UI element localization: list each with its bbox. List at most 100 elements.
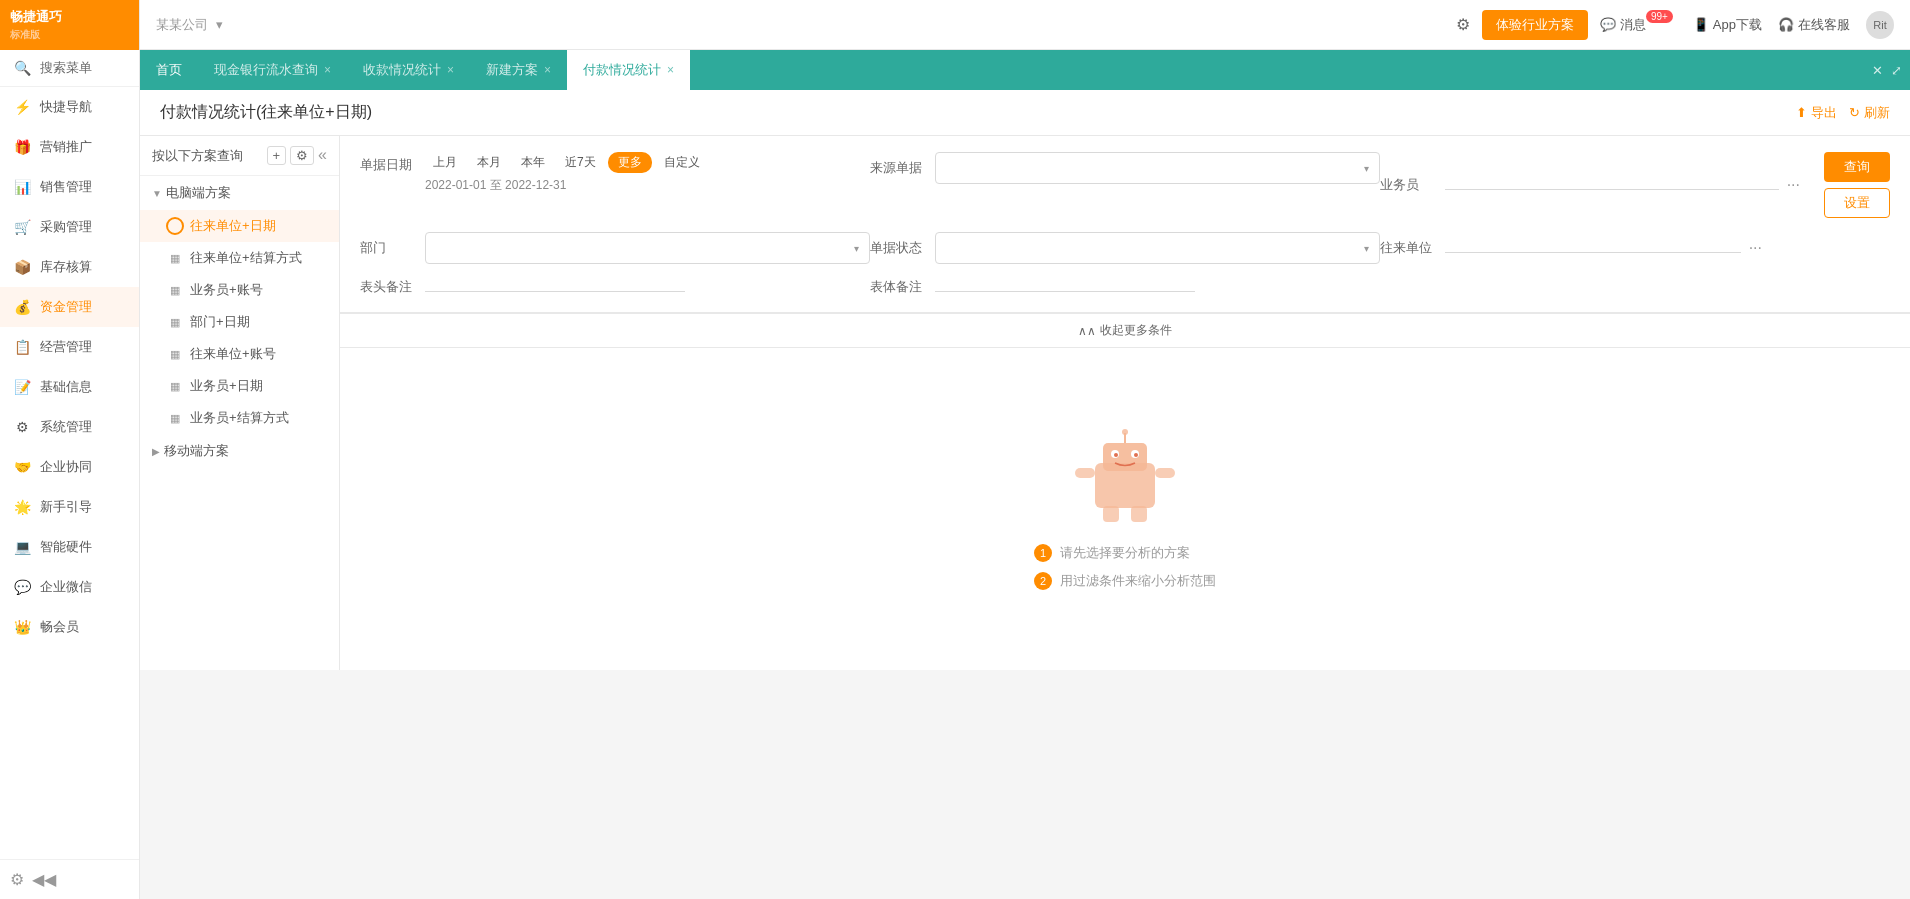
sidebar-item-hardware[interactable]: 💻智能硬件: [0, 527, 139, 567]
sidebar-label-wechat: 企业微信: [40, 578, 92, 596]
empty-state: 1 请先选择要分析的方案 2 用过滤条件来缩小分析范围: [340, 348, 1910, 670]
page-header-actions: ⬆ 导出 ↻ 刷新: [1796, 104, 1890, 122]
trial-button[interactable]: 体验行业方案: [1482, 10, 1588, 40]
panel-collapse-btn[interactable]: «: [318, 146, 327, 165]
sidebar-label-basic_info: 基础信息: [40, 378, 92, 396]
tab-payment[interactable]: 付款情况统计 ×: [567, 50, 690, 90]
svg-point-11: [1122, 429, 1128, 435]
tab-bank[interactable]: 现金银行流水查询 ×: [198, 50, 347, 90]
dept-arrow: ▾: [854, 243, 859, 254]
sidebar-label-inventory: 库存核算: [40, 258, 92, 276]
salesman_settlement-icon: ▦: [166, 409, 184, 427]
export-button[interactable]: ⬆ 导出: [1796, 104, 1837, 122]
panel-header-label: 按以下方案查询: [152, 147, 267, 165]
collapse-button[interactable]: ∧∧ 收起更多条件: [340, 313, 1910, 348]
tab-new[interactable]: 新建方案 ×: [470, 50, 567, 90]
sales-icon: 📊: [12, 177, 32, 197]
tab-close-all-icon[interactable]: ✕: [1872, 63, 1883, 78]
tab-payment-close[interactable]: ×: [667, 63, 674, 77]
sidebar-item-purchase[interactable]: 🛒采购管理: [0, 207, 139, 247]
panel-item-partner_settlement[interactable]: ▦往来单位+结算方式: [140, 242, 339, 274]
sidebar-item-sales[interactable]: 📊 销售管理: [0, 167, 139, 207]
user-avatar[interactable]: Rit: [1866, 11, 1894, 39]
refresh-button[interactable]: ↻ 刷新: [1849, 104, 1890, 122]
messages-action[interactable]: 💬 消息 99+: [1600, 16, 1677, 34]
svg-rect-7: [1155, 468, 1175, 478]
sidebar-item-guide[interactable]: 🌟新手引导: [0, 487, 139, 527]
panel-item-dept_date[interactable]: ▦部门+日期: [140, 306, 339, 338]
purchase-icon: 🛒: [12, 217, 32, 237]
partner-input[interactable]: [1445, 244, 1741, 253]
wechat-icon: 💬: [12, 577, 32, 597]
collapse-sidebar-icon[interactable]: ◀◀: [32, 870, 56, 889]
query-button[interactable]: 查询: [1824, 152, 1890, 182]
panel-items-list: ▦往来单位+结算方式▦业务员+账号▦部门+日期▦往来单位+账号▦业务员+日期 ▦ 业…: [140, 242, 339, 434]
sidebar-label-enterprise: 企业协同: [40, 458, 92, 476]
salesman-dots[interactable]: ···: [1779, 176, 1808, 194]
sidebar-item-capital[interactable]: 💰资金管理: [0, 287, 139, 327]
desktop-section-header[interactable]: ▼ 电脑端方案: [140, 176, 339, 210]
salesman-input[interactable]: [1445, 181, 1779, 190]
date-btn-more[interactable]: 更多: [608, 152, 652, 173]
sidebar-item-enterprise[interactable]: 🤝企业协同: [0, 447, 139, 487]
tip2-number: 2: [1034, 572, 1052, 590]
sidebar-item-quick_nav[interactable]: ⚡快捷导航: [0, 87, 139, 127]
sidebar-label-member: 畅会员: [40, 618, 79, 636]
sidebar-item-system[interactable]: ⚙系统管理: [0, 407, 139, 447]
date-btn-7days[interactable]: 近7天: [557, 152, 604, 173]
settings-footer-icon[interactable]: ⚙: [10, 870, 24, 889]
body-note-filter: 表体备注: [870, 278, 1380, 296]
partner-dots[interactable]: ···: [1741, 239, 1770, 257]
panel-item-salesman_settlement[interactable]: ▦ 业务员+结算方式: [140, 402, 339, 434]
source-select-arrow: ▾: [1364, 163, 1369, 174]
tab-home[interactable]: 首页: [140, 50, 198, 90]
date-btn-custom[interactable]: 自定义: [656, 152, 708, 173]
online-service-action[interactable]: 🎧 在线客服: [1778, 16, 1850, 34]
sidebar-item-inventory[interactable]: 📦库存核算: [0, 247, 139, 287]
status-select[interactable]: ▾: [935, 232, 1380, 264]
body-note-input[interactable]: [935, 283, 1195, 292]
panel-item-partner-date[interactable]: 往来单位+日期: [140, 210, 339, 242]
panel-add-btn[interactable]: +: [267, 146, 287, 165]
source-select[interactable]: ▾: [935, 152, 1380, 184]
sidebar-item-operations[interactable]: 📋经营管理: [0, 327, 139, 367]
panel-gear-btn[interactable]: ⚙: [290, 146, 314, 165]
sidebar-item-search[interactable]: 🔍 搜索菜单: [0, 50, 139, 87]
sidebar-label-operations: 经营管理: [40, 338, 92, 356]
tab-new-close[interactable]: ×: [544, 63, 551, 77]
left-panel: 按以下方案查询 + ⚙ « ▼ 电脑端方案: [140, 136, 340, 670]
panel-item-salesman_date[interactable]: ▦业务员+日期: [140, 370, 339, 402]
tab-expand-icon[interactable]: ⤢: [1891, 63, 1902, 78]
header-note-input[interactable]: [425, 283, 685, 292]
date-range-display: 2022-01-01 至 2022-12-31: [425, 177, 708, 194]
sidebar-item-basic_info[interactable]: 📝基础信息: [0, 367, 139, 407]
settings-icon[interactable]: ⚙: [1456, 15, 1470, 34]
date-btn-last-month[interactable]: 上月: [425, 152, 465, 173]
tab-income[interactable]: 收款情况统计 ×: [347, 50, 470, 90]
sidebar-item-member[interactable]: 👑畅会员: [0, 607, 139, 647]
settings-button[interactable]: 设置: [1824, 188, 1890, 218]
item-label-salesman_settlement: 业务员+结算方式: [190, 409, 289, 427]
date-btn-this-year[interactable]: 本年: [513, 152, 553, 173]
mobile-section-header[interactable]: ▶ 移动端方案: [140, 434, 339, 468]
export-icon: ⬆: [1796, 105, 1807, 120]
app-download-label: App下载: [1713, 16, 1762, 34]
panel-item-partner_account[interactable]: ▦往来单位+账号: [140, 338, 339, 370]
message-icon: 💬: [1600, 17, 1616, 32]
tab-income-close[interactable]: ×: [447, 63, 454, 77]
sidebar-label-sales: 销售管理: [40, 178, 92, 196]
app-download-action[interactable]: 📱 App下载: [1693, 16, 1762, 34]
sidebar-label-hardware: 智能硬件: [40, 538, 92, 556]
date-btn-this-month[interactable]: 本月: [469, 152, 509, 173]
company-dropdown-icon[interactable]: ▾: [216, 17, 223, 32]
dept-select[interactable]: ▾: [425, 232, 870, 264]
sidebar-item-marketing[interactable]: 🎁营销推广: [0, 127, 139, 167]
collapse-chevron-icon: ∧∧: [1078, 324, 1096, 338]
panel-item-salesman_account[interactable]: ▦业务员+账号: [140, 274, 339, 306]
topbar: 某某公司 ▾ ⚙ 体验行业方案 💬 消息 99+ 📱 App下载 🎧 在线客服 …: [140, 0, 1910, 50]
quick_nav-icon: ⚡: [12, 97, 32, 117]
tab-bank-close[interactable]: ×: [324, 63, 331, 77]
item-label-partner-date: 往来单位+日期: [190, 217, 276, 235]
sidebar-item-wechat[interactable]: 💬 企业微信: [0, 567, 139, 607]
empty-tip-2: 2 用过滤条件来缩小分析范围: [1034, 572, 1216, 590]
